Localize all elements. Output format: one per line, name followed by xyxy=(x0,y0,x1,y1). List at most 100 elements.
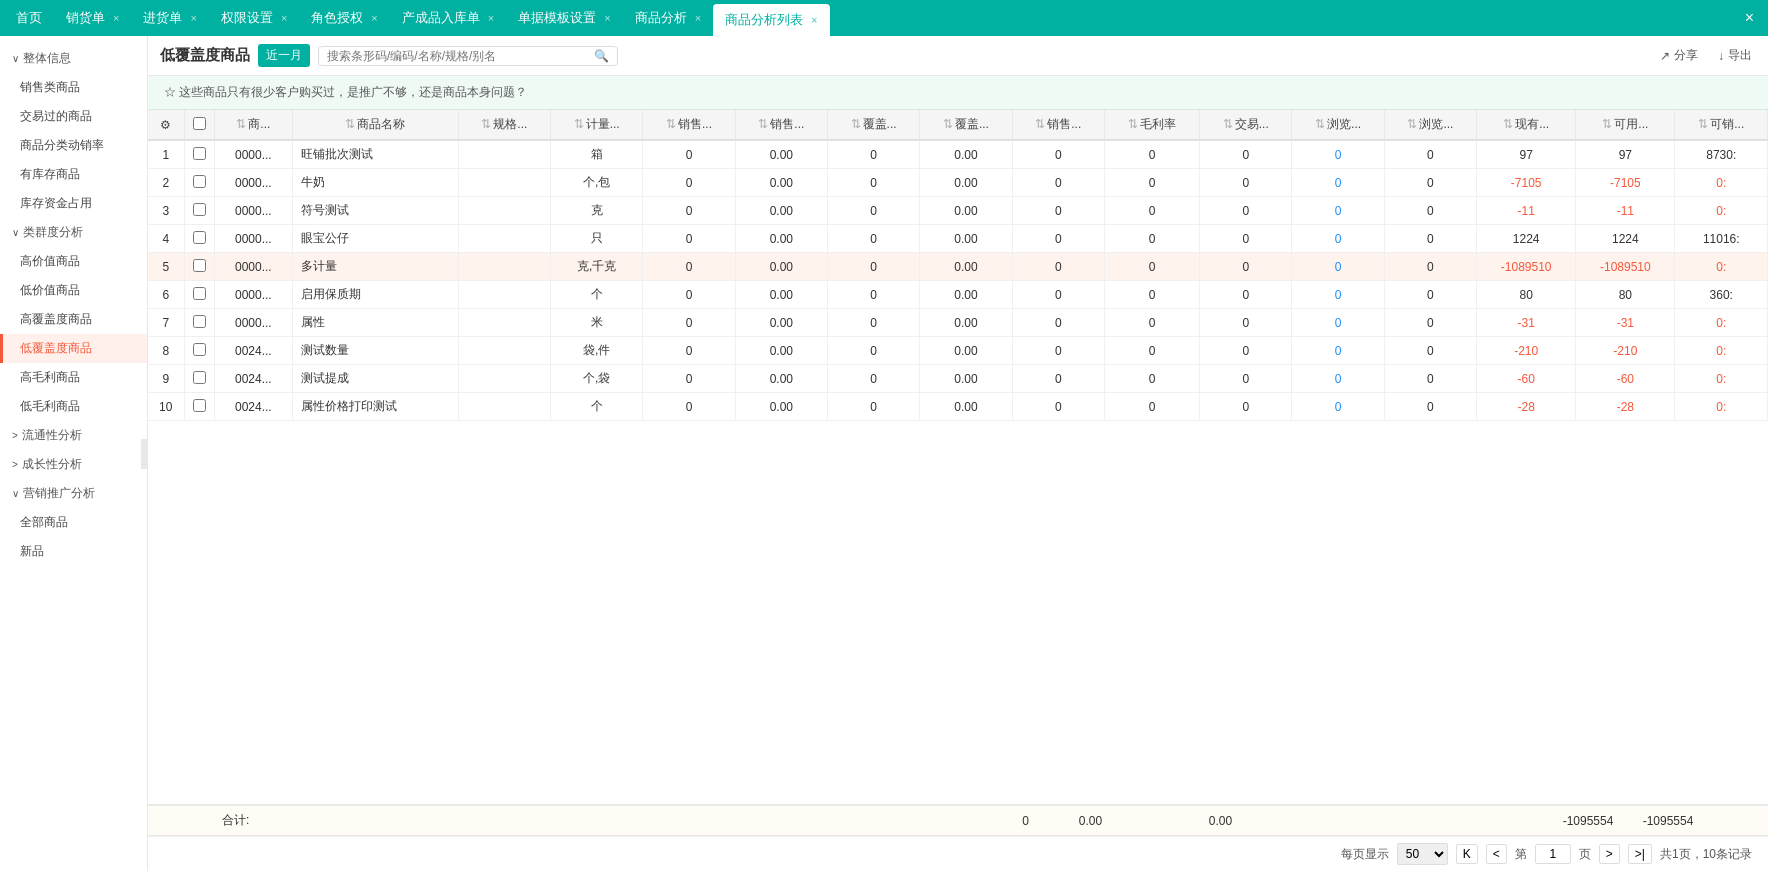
cell-checkbox[interactable] xyxy=(184,309,214,337)
nav-tab[interactable]: 权限设置× xyxy=(209,0,299,36)
tab-close-icon[interactable]: × xyxy=(281,12,287,24)
row-checkbox[interactable] xyxy=(193,259,206,272)
col-sort-icon[interactable]: ⇅ xyxy=(666,117,676,131)
sidebar-item-1-2[interactable]: 高覆盖度商品 xyxy=(0,305,147,334)
cell-name: 多计量 xyxy=(293,253,459,281)
tab-close-icon[interactable]: × xyxy=(604,12,610,24)
prev-page-button[interactable]: < xyxy=(1486,844,1507,864)
tab-close-icon[interactable]: × xyxy=(371,12,377,24)
sidebar-item-0-1[interactable]: 交易过的商品 xyxy=(0,102,147,131)
sidebar-collapse-button[interactable]: « xyxy=(141,439,148,469)
row-checkbox[interactable] xyxy=(193,315,206,328)
cell-name: 牛奶 xyxy=(293,169,459,197)
sidebar-section-4[interactable]: ∨营销推广分析 xyxy=(0,479,147,508)
col-sort-icon[interactable]: ⇅ xyxy=(1503,117,1513,131)
cell-code: 0000... xyxy=(214,225,293,253)
sidebar-item-0-2[interactable]: 商品分类动销率 xyxy=(0,131,147,160)
col-sort-icon[interactable]: ⇅ xyxy=(481,117,491,131)
tab-close-icon[interactable]: × xyxy=(811,14,817,26)
sidebar-item-1-5[interactable]: 低毛利商品 xyxy=(0,392,147,421)
nav-tab[interactable]: 首页 xyxy=(4,0,54,36)
export-button[interactable]: ↓ 导出 xyxy=(1714,45,1756,66)
tab-close-icon[interactable]: × xyxy=(113,12,119,24)
per-page-select[interactable]: 2050100200 xyxy=(1397,843,1448,865)
cell-checkbox[interactable] xyxy=(184,225,214,253)
nav-tab[interactable]: 角色授权× xyxy=(299,0,389,36)
tab-close-icon[interactable]: × xyxy=(488,12,494,24)
sidebar-item-1-0[interactable]: 高价值商品 xyxy=(0,247,147,276)
cell-checkbox[interactable] xyxy=(184,281,214,309)
sidebar-item-0-4[interactable]: 库存资金占用 xyxy=(0,189,147,218)
col-header-checkbox[interactable] xyxy=(184,110,214,140)
cell-unit: 个,袋 xyxy=(551,365,643,393)
col-header-settings[interactable]: ⚙ xyxy=(148,110,184,140)
sidebar-section-1[interactable]: ∨类群度分析 xyxy=(0,218,147,247)
cell-checkbox[interactable] xyxy=(184,140,214,169)
row-checkbox[interactable] xyxy=(193,343,206,356)
page-of-label: 第 xyxy=(1515,846,1527,863)
col-sort-icon[interactable]: ⇅ xyxy=(236,117,246,131)
cell-checkbox[interactable] xyxy=(184,197,214,225)
select-all-checkbox[interactable] xyxy=(193,117,206,130)
last-page-button[interactable]: >| xyxy=(1628,844,1652,864)
sidebar-item-4-1[interactable]: 新品 xyxy=(0,537,147,566)
date-filter-button[interactable]: 近一月 xyxy=(258,44,310,67)
col-sort-icon[interactable]: ⇅ xyxy=(345,117,355,131)
nav-tab[interactable]: 商品分析× xyxy=(623,0,713,36)
table-wrapper[interactable]: ⚙⇅商...⇅商品名称⇅规格...⇅计量...⇅销售...⇅销售...⇅覆盖..… xyxy=(148,110,1768,804)
sidebar-item-0-3[interactable]: 有库存商品 xyxy=(0,160,147,189)
settings-icon[interactable]: ⚙ xyxy=(160,118,171,132)
page-number-input[interactable] xyxy=(1535,844,1571,864)
share-button[interactable]: ↗ 分享 xyxy=(1656,45,1702,66)
sidebar-item-0-0[interactable]: 销售类商品 xyxy=(0,73,147,102)
nav-tab[interactable]: 产成品入库单× xyxy=(390,0,506,36)
cell-checkbox[interactable] xyxy=(184,253,214,281)
cell-current: 1224 xyxy=(1477,225,1576,253)
col-sort-icon[interactable]: ⇅ xyxy=(1602,117,1612,131)
next-page-button[interactable]: > xyxy=(1599,844,1620,864)
sidebar-section-3[interactable]: >成长性分析 xyxy=(0,450,147,479)
cell-checkbox[interactable] xyxy=(184,365,214,393)
sidebar-section-0[interactable]: ∨整体信息 xyxy=(0,44,147,73)
cell-cov1: 0 xyxy=(827,393,919,421)
col-sort-icon[interactable]: ⇅ xyxy=(943,117,953,131)
nav-tab[interactable]: 单据模板设置× xyxy=(506,0,622,36)
col-sort-icon[interactable]: ⇅ xyxy=(1223,117,1233,131)
col-sort-icon[interactable]: ⇅ xyxy=(758,117,768,131)
row-checkbox[interactable] xyxy=(193,287,206,300)
col-sort-icon[interactable]: ⇅ xyxy=(851,117,861,131)
col-sort-icon[interactable]: ⇅ xyxy=(574,117,584,131)
search-input[interactable] xyxy=(327,49,590,63)
cell-gross: 0 xyxy=(1104,253,1199,281)
row-checkbox[interactable] xyxy=(193,203,206,216)
cell-checkbox[interactable] xyxy=(184,337,214,365)
tab-close-icon[interactable]: × xyxy=(190,12,196,24)
sidebar-item-1-4[interactable]: 高毛利商品 xyxy=(0,363,147,392)
row-checkbox[interactable] xyxy=(193,147,206,160)
col-sort-icon[interactable]: ⇅ xyxy=(1698,117,1708,131)
close-all-button[interactable]: × xyxy=(1735,9,1764,27)
col-sort-icon[interactable]: ⇅ xyxy=(1315,117,1325,131)
cell-cov2: 0.00 xyxy=(920,253,1012,281)
col-sort-icon[interactable]: ⇅ xyxy=(1035,117,1045,131)
nav-tab[interactable]: 进货单× xyxy=(131,0,208,36)
sidebar-item-1-1[interactable]: 低价值商品 xyxy=(0,276,147,305)
cell-checkbox[interactable] xyxy=(184,393,214,421)
sidebar-section-2[interactable]: >流通性分析 xyxy=(0,421,147,450)
sidebar-item-1-3[interactable]: 低覆盖度商品 xyxy=(0,334,147,363)
col-sort-icon[interactable]: ⇅ xyxy=(1128,117,1138,131)
row-checkbox[interactable] xyxy=(193,231,206,244)
row-checkbox[interactable] xyxy=(193,371,206,384)
row-checkbox[interactable] xyxy=(193,399,206,412)
row-checkbox[interactable] xyxy=(193,175,206,188)
first-page-button[interactable]: K xyxy=(1456,844,1478,864)
cell-checkbox[interactable] xyxy=(184,169,214,197)
tab-close-icon[interactable]: × xyxy=(695,12,701,24)
nav-tab[interactable]: 商品分析列表× xyxy=(713,4,829,36)
cell-available: 1224 xyxy=(1576,225,1675,253)
sidebar-item-4-0[interactable]: 全部商品 xyxy=(0,508,147,537)
nav-tab[interactable]: 销货单× xyxy=(54,0,131,36)
col-sort-icon[interactable]: ⇅ xyxy=(1407,117,1417,131)
page-title: 低覆盖度商品 xyxy=(160,46,250,65)
per-page-label: 每页显示 xyxy=(1341,846,1389,863)
